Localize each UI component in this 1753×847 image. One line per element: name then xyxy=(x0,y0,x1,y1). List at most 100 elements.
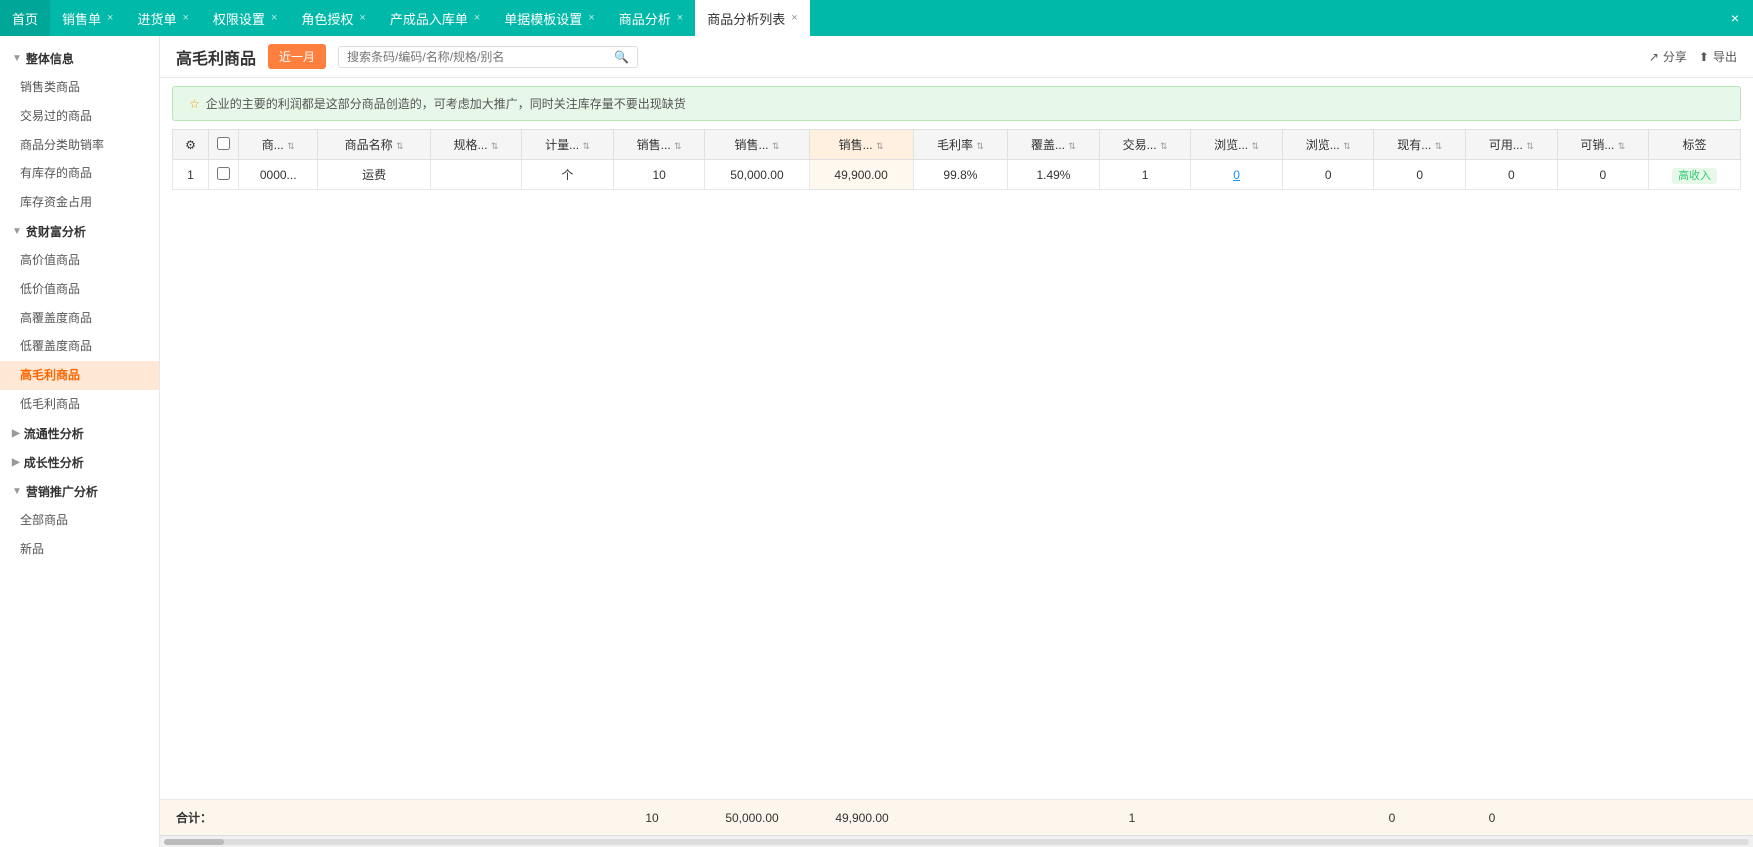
col-sales-profit: 销售... ⇅ xyxy=(809,130,913,160)
share-button[interactable]: ↗ 分享 xyxy=(1649,48,1687,65)
row-available: 0 xyxy=(1466,160,1558,190)
search-icon[interactable]: 🔍 xyxy=(614,50,629,64)
sort-icon-saleable[interactable]: ⇅ xyxy=(1618,141,1626,151)
sidebar-item-low-value[interactable]: 低价值商品 xyxy=(0,275,159,304)
sidebar-group-wealth[interactable]: ▼ 贫财富分析 xyxy=(0,217,159,246)
sidebar-item-high-value[interactable]: 高价值商品 xyxy=(0,246,159,275)
tab-product-analysis[interactable]: 商品分析 × xyxy=(607,0,695,36)
row-checkbox[interactable] xyxy=(209,160,239,190)
sort-icon-spec[interactable]: ⇅ xyxy=(491,141,499,151)
sidebar-item-high-margin[interactable]: 高毛利商品 xyxy=(0,361,159,390)
sort-icon-current-stock[interactable]: ⇅ xyxy=(1435,141,1443,151)
sort-icon-code[interactable]: ⇅ xyxy=(287,141,295,151)
sort-icon-transaction[interactable]: ⇅ xyxy=(1160,141,1168,151)
close-tab-template-settings[interactable]: × xyxy=(588,12,594,24)
sidebar-item-category-rate[interactable]: 商品分类助销率 xyxy=(0,131,159,160)
close-all-button[interactable]: × xyxy=(1717,0,1753,36)
settings-icon[interactable]: ⚙ xyxy=(185,138,196,152)
tab-template-settings[interactable]: 单据模板设置 × xyxy=(492,0,606,36)
col-current-stock: 现有... ⇅ xyxy=(1374,130,1466,160)
footer-bar: 合计： 10 50,000.00 49,900.00 1 0 0 xyxy=(160,799,1753,835)
tab-purchase-order[interactable]: 进货单 × xyxy=(125,0,200,36)
col-browse2: 浏览... ⇅ xyxy=(1282,130,1374,160)
col-sales-qty: 销售... ⇅ xyxy=(613,130,705,160)
close-tab-product-analysis[interactable]: × xyxy=(677,12,683,24)
sort-icon-sales-profit[interactable]: ⇅ xyxy=(876,141,884,151)
row-unit: 个 xyxy=(522,160,614,190)
col-sales-amount: 销售... ⇅ xyxy=(705,130,809,160)
footer-current-stock: 0 xyxy=(1352,811,1432,825)
select-all-checkbox[interactable] xyxy=(217,137,230,150)
row-saleable: 0 xyxy=(1557,160,1649,190)
scrollbar-thumb[interactable] xyxy=(164,839,224,845)
tip-bar: ☆ 企业的主要的利润都是这部分商品创造的，可考虑加大推广，同时关注库存量不要出现… xyxy=(172,86,1741,121)
sidebar-item-stock-capital[interactable]: 库存资金占用 xyxy=(0,188,159,217)
row-index: 1 xyxy=(173,160,209,190)
table-container[interactable]: ⚙ 商... ⇅ 商品名称 ⇅ xyxy=(160,129,1753,799)
data-table: ⚙ 商... ⇅ 商品名称 ⇅ xyxy=(172,129,1741,190)
sidebar-item-traded-goods[interactable]: 交易过的商品 xyxy=(0,102,159,131)
sidebar-item-low-coverage[interactable]: 低覆盖度商品 xyxy=(0,332,159,361)
tab-product-warehouse[interactable]: 产成品入库单 × xyxy=(378,0,492,36)
share-icon: ↗ xyxy=(1649,50,1659,64)
sidebar-item-all-goods[interactable]: 全部商品 xyxy=(0,506,159,535)
row-coverage: 1.49% xyxy=(1008,160,1100,190)
sort-icon-name[interactable]: ⇅ xyxy=(396,141,404,151)
footer-sales-profit: 49,900.00 xyxy=(812,811,912,825)
top-navigation: 首页 销售单 × 进货单 × 权限设置 × 角色授权 × 产成品入库单 × 单据… xyxy=(0,0,1753,36)
horizontal-scrollbar[interactable] xyxy=(160,835,1753,847)
row-spec xyxy=(430,160,522,190)
sidebar: ▼ 整体信息 销售类商品 交易过的商品 商品分类助销率 有库存的商品 库存资金占… xyxy=(0,36,160,847)
sort-icon-sales-amount[interactable]: ⇅ xyxy=(772,141,780,151)
tab-permission-settings[interactable]: 权限设置 × xyxy=(201,0,289,36)
period-recent-month-button[interactable]: 近一月 xyxy=(268,44,326,69)
sidebar-group-growth[interactable]: ▶ 成长性分析 xyxy=(0,448,159,477)
scrollbar-track[interactable] xyxy=(164,839,1749,845)
close-tab-purchase-order[interactable]: × xyxy=(182,12,188,24)
sidebar-item-high-coverage[interactable]: 高覆盖度商品 xyxy=(0,304,159,333)
close-tab-sales-order[interactable]: × xyxy=(107,12,113,24)
sidebar-item-stocked-goods[interactable]: 有库存的商品 xyxy=(0,159,159,188)
sidebar-group-liquidity[interactable]: ▶ 流通性分析 xyxy=(0,419,159,448)
sidebar-group-overall[interactable]: ▼ 整体信息 xyxy=(0,44,159,73)
footer-available: 0 xyxy=(1452,811,1532,825)
tab-role-auth[interactable]: 角色授权 × xyxy=(289,0,377,36)
sort-icon-gross-margin[interactable]: ⇅ xyxy=(976,141,984,151)
row-browse2: 0 xyxy=(1282,160,1374,190)
main-layout: ▼ 整体信息 销售类商品 交易过的商品 商品分类助销率 有库存的商品 库存资金占… xyxy=(0,36,1753,847)
sort-icon-coverage[interactable]: ⇅ xyxy=(1068,141,1076,151)
tab-sales-order[interactable]: 销售单 × xyxy=(50,0,125,36)
tab-home[interactable]: 首页 xyxy=(0,0,50,36)
sidebar-item-new-goods[interactable]: 新品 xyxy=(0,535,159,564)
export-button[interactable]: ⬆ 导出 xyxy=(1699,48,1737,65)
close-tab-role-auth[interactable]: × xyxy=(359,12,365,24)
sidebar-item-low-margin[interactable]: 低毛利商品 xyxy=(0,390,159,419)
row-code: 0000... xyxy=(239,160,318,190)
row-browse1[interactable]: 0 xyxy=(1191,160,1283,190)
sidebar-group-marketing[interactable]: ▼ 营销推广分析 xyxy=(0,477,159,506)
sort-icon-browse2[interactable]: ⇅ xyxy=(1343,141,1351,151)
sort-icon-available[interactable]: ⇅ xyxy=(1526,141,1534,151)
chevron-right-icon: ▶ xyxy=(12,428,20,439)
col-checkbox[interactable] xyxy=(209,130,239,160)
tip-icon: ☆ xyxy=(189,97,200,111)
row-tag: 高收入 xyxy=(1649,160,1741,190)
table-row: 1 0000... 运费 个 10 50,000.00 49,900.00 99… xyxy=(173,160,1741,190)
row-current-stock: 0 xyxy=(1374,160,1466,190)
sidebar-item-sales-goods[interactable]: 销售类商品 xyxy=(0,73,159,102)
close-tab-permission-settings[interactable]: × xyxy=(271,12,277,24)
col-coverage: 覆盖... ⇅ xyxy=(1008,130,1100,160)
close-tab-product-warehouse[interactable]: × xyxy=(474,12,480,24)
sort-icon-sales-qty[interactable]: ⇅ xyxy=(674,141,682,151)
col-saleable: 可销... ⇅ xyxy=(1557,130,1649,160)
chevron-down-icon: ▼ xyxy=(12,53,22,64)
sort-icon-unit[interactable]: ⇅ xyxy=(582,141,590,151)
search-input[interactable] xyxy=(347,50,614,64)
col-settings[interactable]: ⚙ xyxy=(173,130,209,160)
close-tab-product-analysis-list[interactable]: × xyxy=(791,12,797,24)
col-available: 可用... ⇅ xyxy=(1466,130,1558,160)
tab-product-analysis-list[interactable]: 商品分析列表 × xyxy=(695,0,809,36)
sort-icon-browse1[interactable]: ⇅ xyxy=(1252,141,1260,151)
row-sales-qty: 10 xyxy=(613,160,705,190)
search-box: 🔍 xyxy=(338,46,638,68)
